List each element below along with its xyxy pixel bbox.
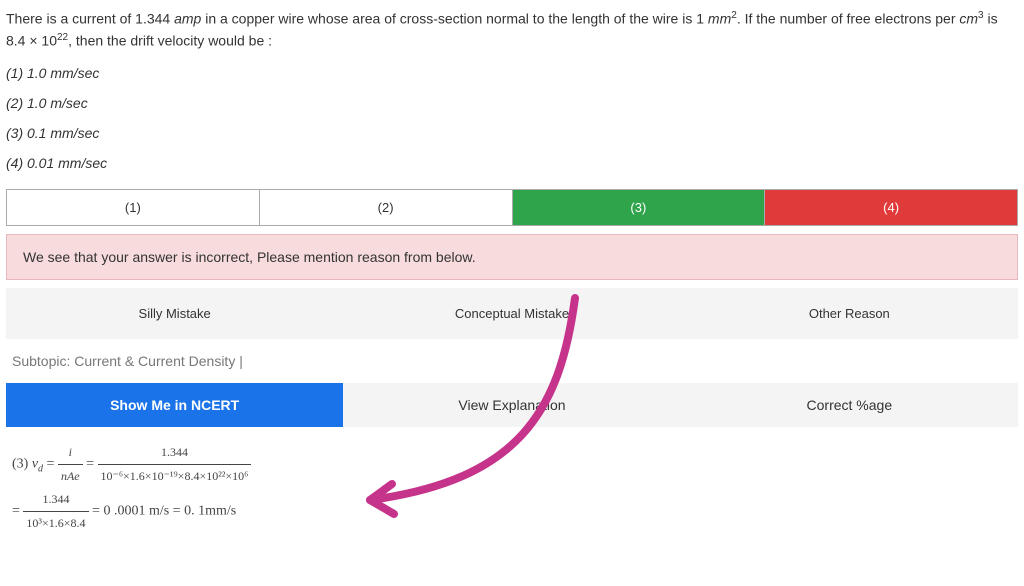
sol-prefix: (3) xyxy=(12,457,32,472)
reason-conceptual-mistake[interactable]: Conceptual Mistake xyxy=(343,288,680,339)
answer-cell-2[interactable]: (2) xyxy=(260,190,513,225)
q-exp22: 22 xyxy=(57,32,68,43)
q-cm: cm xyxy=(959,11,978,27)
sol-tail: = 0 .0001 m/s = 0. 1mm/s xyxy=(92,503,236,518)
q-part: in a copper wire whose area of cross-sec… xyxy=(201,11,708,27)
reason-other[interactable]: Other Reason xyxy=(681,288,1018,339)
option-2-label: (2) 1.0 m/sec xyxy=(6,95,88,111)
frac3-num: 1.344 xyxy=(23,488,88,512)
subtopic-label: Subtopic: Current & Current Density | xyxy=(6,339,1018,383)
frac2-num: 1.344 xyxy=(98,441,252,465)
option-1-label: (1) 1.0 mm/sec xyxy=(6,65,99,81)
answer-row: (1) (2) (3) (4) xyxy=(6,189,1018,226)
answer-cell-4-wrong[interactable]: (4) xyxy=(765,190,1017,225)
option-1[interactable]: (1) 1.0 mm/sec xyxy=(6,65,1018,81)
option-3-label: (3) 0.1 mm/sec xyxy=(6,125,99,141)
frac3-den: 10³×1.6×8.4 xyxy=(23,512,88,535)
frac1-num: i xyxy=(58,441,83,465)
reason-row: Silly Mistake Conceptual Mistake Other R… xyxy=(6,288,1018,339)
q-part: , then the drift velocity would be : xyxy=(68,32,272,48)
solution-line-2: = 1.34410³×1.6×8.4 = 0 .0001 m/s = 0. 1m… xyxy=(12,488,1012,535)
q-amp: amp xyxy=(174,11,201,27)
frac2-den: 10⁻⁶×1.6×10⁻¹⁹×8.4×10²²×10⁶ xyxy=(98,465,252,488)
q-mm: mm xyxy=(708,11,731,27)
action-row: Show Me in NCERT View Explanation Correc… xyxy=(6,383,1018,427)
sol-eq3: = xyxy=(12,503,23,518)
solution-line-1: (3) vd = inAe = 1.34410⁻⁶×1.6×10⁻¹⁹×8.4×… xyxy=(12,441,1012,488)
frac1-den: nAe xyxy=(58,465,83,488)
question-text: There is a current of 1.344 amp in a cop… xyxy=(6,8,1018,51)
sol-eq2: = xyxy=(86,457,97,472)
options-list: (1) 1.0 mm/sec (2) 1.0 m/sec (3) 0.1 mm/… xyxy=(6,65,1018,171)
sol-eq: = xyxy=(43,457,58,472)
solution-block: (3) vd = inAe = 1.34410⁻⁶×1.6×10⁻¹⁹×8.4×… xyxy=(6,441,1018,534)
q-part: . If the number of free electrons per xyxy=(737,11,960,27)
option-4-label: (4) 0.01 mm/sec xyxy=(6,155,107,171)
option-2[interactable]: (2) 1.0 m/sec xyxy=(6,95,1018,111)
answer-cell-1[interactable]: (1) xyxy=(7,190,260,225)
fraction-2: 1.34410⁻⁶×1.6×10⁻¹⁹×8.4×10²²×10⁶ xyxy=(98,441,252,488)
feedback-bar: We see that your answer is incorrect, Pl… xyxy=(6,234,1018,280)
q-part: There is a current of 1.344 xyxy=(6,11,174,27)
answer-cell-3-correct[interactable]: (3) xyxy=(513,190,766,225)
reason-silly-mistake[interactable]: Silly Mistake xyxy=(6,288,343,339)
view-explanation-button[interactable]: View Explanation xyxy=(343,383,680,427)
option-4[interactable]: (4) 0.01 mm/sec xyxy=(6,155,1018,171)
correct-percentage-button[interactable]: Correct %age xyxy=(681,383,1018,427)
fraction-3: 1.34410³×1.6×8.4 xyxy=(23,488,88,535)
fraction-1: inAe xyxy=(58,441,83,488)
show-ncert-button[interactable]: Show Me in NCERT xyxy=(6,383,343,427)
option-3[interactable]: (3) 0.1 mm/sec xyxy=(6,125,1018,141)
